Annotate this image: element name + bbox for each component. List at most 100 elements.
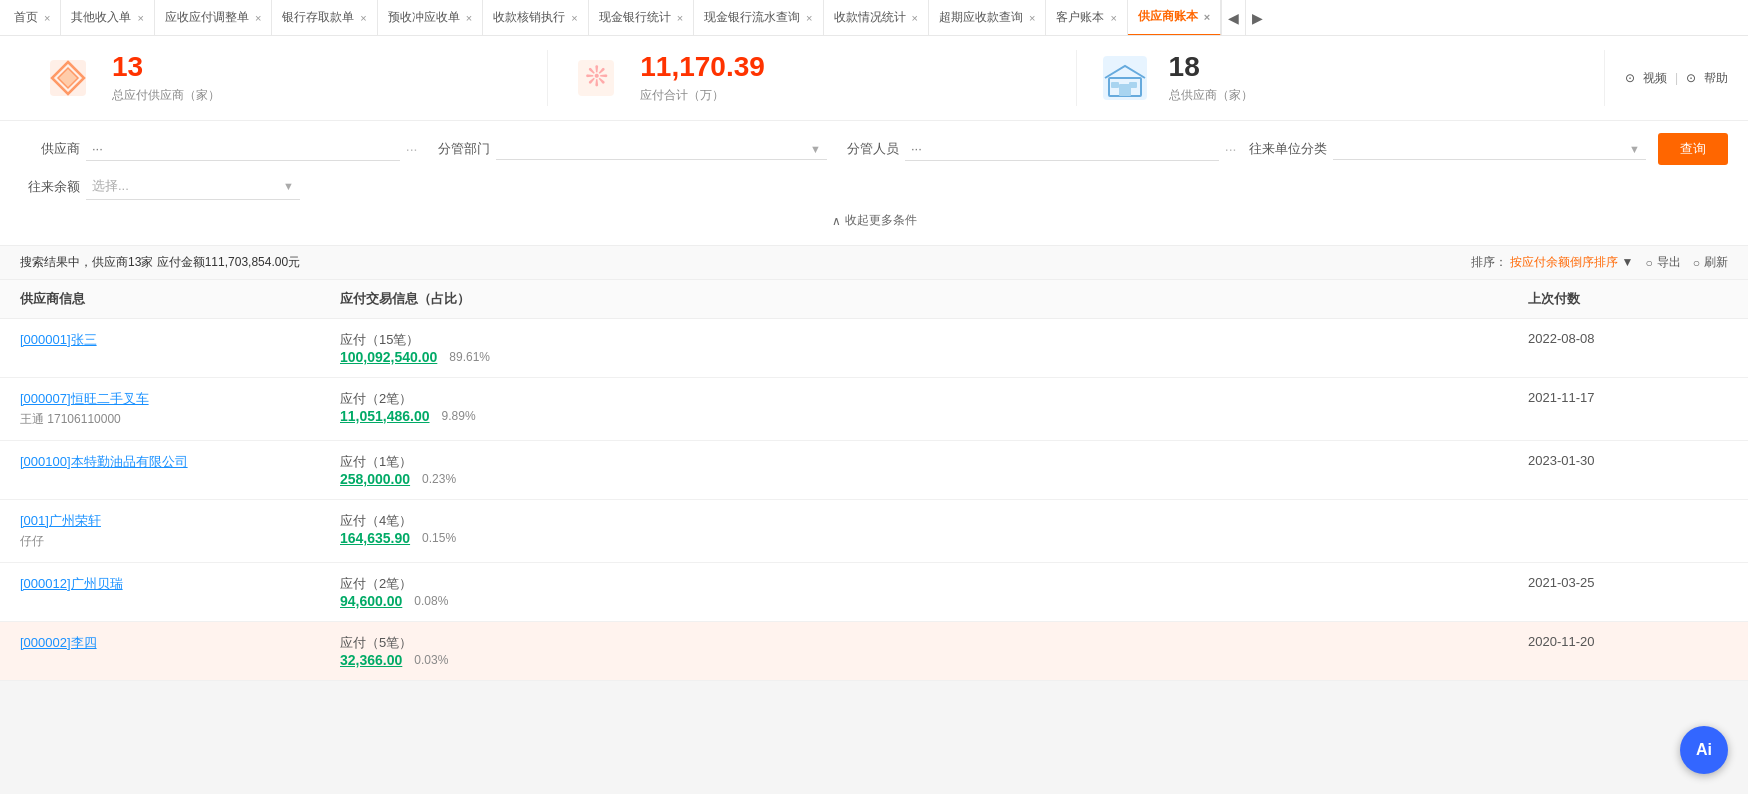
trans-label-6: 应付（5笔） bbox=[340, 634, 412, 652]
supplier-link-2[interactable]: [000007]恒旺二手叉车 bbox=[20, 390, 340, 408]
snowflake-icon: ❊ bbox=[568, 50, 624, 106]
table-row[interactable]: [000007]恒旺二手叉车 王通 17106110000 应付（2笔） 11,… bbox=[0, 378, 1748, 441]
nav-tab-collection-stat-close[interactable]: × bbox=[912, 12, 918, 24]
nav-tab-overdue-ar[interactable]: 超期应收款查询 × bbox=[929, 0, 1046, 36]
trans-label-5: 应付（2笔） bbox=[340, 575, 412, 593]
transaction-col-4: 应付（4笔） 164,635.90 0.15% bbox=[340, 512, 1528, 546]
nav-tab-other-income[interactable]: 其他收入单 × bbox=[61, 0, 154, 36]
supplier-col-3: [000100]本特勤油品有限公司 bbox=[20, 453, 340, 471]
supplier-filter-dots[interactable]: ··· bbox=[406, 141, 418, 157]
nav-tab-customer-ledger[interactable]: 客户账本 × bbox=[1046, 0, 1127, 36]
trans-pct-4: 0.15% bbox=[422, 531, 456, 545]
search-button[interactable]: 查询 bbox=[1658, 133, 1728, 165]
nav-tab-customer-ledger-close[interactable]: × bbox=[1110, 12, 1116, 24]
supplier-link-1[interactable]: [000001]张三 bbox=[20, 331, 340, 349]
trans-amount-line-2: 11,051,486.00 9.89% bbox=[340, 408, 1528, 424]
result-info-text: 搜索结果中，供应商13家 应付金额111,703,854.00元 bbox=[20, 255, 300, 269]
nav-tab-bank-deposit-close[interactable]: × bbox=[360, 12, 366, 24]
nav-tab-cash-bank-stat-close[interactable]: × bbox=[677, 12, 683, 24]
collapse-button[interactable]: ∧ 收起更多条件 bbox=[820, 208, 929, 233]
lastpay-date-1: 2022-08-08 bbox=[1528, 331, 1595, 346]
nav-tab-prepay-ar[interactable]: 预收冲应收单 × bbox=[378, 0, 483, 36]
nav-tab-cash-bank-flow-close[interactable]: × bbox=[806, 12, 812, 24]
category-filter-select[interactable]: ▼ bbox=[1333, 139, 1647, 160]
table-row[interactable]: [001]广州荣轩 仔仔 应付（4笔） 164,635.90 0.15% bbox=[0, 500, 1748, 563]
nav-tab-collection-verify[interactable]: 收款核销执行 × bbox=[483, 0, 588, 36]
nav-tab-collection-stat[interactable]: 收款情况统计 × bbox=[824, 0, 929, 36]
trans-amount-2[interactable]: 11,051,486.00 bbox=[340, 408, 430, 424]
filter-area: 供应商 ··· 分管部门 ▼ 分管人员 ··· 往来单位分类 ▼ 查询 bbox=[0, 121, 1748, 246]
lastpay-date-6: 2020-11-20 bbox=[1528, 634, 1595, 649]
table-row[interactable]: [000002]李四 应付（5笔） 32,366.00 0.03% 2020-1… bbox=[0, 622, 1748, 681]
nav-tab-overdue-ar-close[interactable]: × bbox=[1029, 12, 1035, 24]
nav-prev-arrow[interactable]: ◀ bbox=[1221, 0, 1245, 36]
supplier-col-6: [000002]李四 bbox=[20, 634, 340, 652]
nav-tab-home[interactable]: 首页 × bbox=[4, 0, 61, 36]
nav-next-arrow[interactable]: ▶ bbox=[1245, 0, 1269, 36]
dept-filter-select[interactable]: ▼ bbox=[496, 139, 828, 160]
nav-tab-ar-ap-adjust[interactable]: 应收应付调整单 × bbox=[155, 0, 272, 36]
trans-pct-2: 9.89% bbox=[442, 409, 476, 423]
supplier-sub-4: 仔仔 bbox=[20, 533, 340, 550]
nav-tab-bank-deposit-label: 银行存取款单 bbox=[282, 9, 354, 26]
trans-label-4: 应付（4笔） bbox=[340, 512, 412, 530]
svg-rect-9 bbox=[1129, 82, 1137, 88]
nav-tab-cash-bank-flow[interactable]: 现金银行流水查询 × bbox=[694, 0, 823, 36]
nav-tab-supplier-ledger-close[interactable]: × bbox=[1204, 11, 1210, 23]
supplier-link-4[interactable]: [001]广州荣轩 bbox=[20, 512, 340, 530]
export-button[interactable]: ○ 导出 bbox=[1646, 254, 1681, 271]
summary-payable-amount: ❊ 11,170.39 应付合计（万） bbox=[548, 50, 1076, 106]
trans-amount-6[interactable]: 32,366.00 bbox=[340, 652, 402, 668]
summary-payable-amount-text: 11,170.39 应付合计（万） bbox=[640, 52, 765, 104]
balance-select-arrow: ▼ bbox=[283, 180, 294, 192]
trans-line-4: 应付（4笔） bbox=[340, 512, 1528, 530]
nav-tab-ar-ap-adjust-close[interactable]: × bbox=[255, 12, 261, 24]
payable-amount-number: 11,170.39 bbox=[640, 52, 765, 83]
nav-tab-customer-ledger-label: 客户账本 bbox=[1056, 9, 1104, 26]
sort-arrow[interactable]: ▼ bbox=[1622, 255, 1634, 269]
circle-icon-2: ⊙ bbox=[1686, 71, 1696, 85]
trans-amount-1[interactable]: 100,092,540.00 bbox=[340, 349, 437, 365]
supplier-link-3[interactable]: [000100]本特勤油品有限公司 bbox=[20, 453, 340, 471]
balance-filter-select[interactable]: 选择... ▼ bbox=[86, 173, 300, 200]
payable-amount-label: 应付合计（万） bbox=[640, 87, 765, 104]
collapse-icon: ∧ bbox=[832, 214, 841, 228]
nav-tab-cash-bank-stat[interactable]: 现金银行统计 × bbox=[589, 0, 694, 36]
balance-select-text: 选择... bbox=[92, 177, 283, 195]
filter-row-2: 往来余额 选择... ▼ bbox=[20, 173, 1728, 200]
filter-person: 分管人员 ··· bbox=[839, 137, 1237, 161]
store-icon bbox=[1097, 50, 1153, 106]
sort-value[interactable]: 按应付余额倒序排序 bbox=[1510, 255, 1618, 269]
trans-amount-line-5: 94,600.00 0.08% bbox=[340, 593, 1528, 609]
nav-tab-supplier-ledger[interactable]: 供应商账本 × bbox=[1128, 0, 1221, 36]
supplier-col-4: [001]广州荣轩 仔仔 bbox=[20, 512, 340, 550]
nav-tab-prepay-ar-close[interactable]: × bbox=[466, 12, 472, 24]
trans-pct-6: 0.03% bbox=[414, 653, 448, 667]
person-filter-input[interactable] bbox=[905, 137, 1219, 161]
nav-tab-other-income-close[interactable]: × bbox=[137, 12, 143, 24]
help-link[interactable]: 帮助 bbox=[1704, 70, 1728, 87]
trans-amount-4[interactable]: 164,635.90 bbox=[340, 530, 410, 546]
refresh-button[interactable]: ○ 刷新 bbox=[1693, 254, 1728, 271]
transaction-col-6: 应付（5笔） 32,366.00 0.03% bbox=[340, 634, 1528, 668]
trans-amount-3[interactable]: 258,000.00 bbox=[340, 471, 410, 487]
table-row[interactable]: [000100]本特勤油品有限公司 应付（1笔） 258,000.00 0.23… bbox=[0, 441, 1748, 500]
supplier-link-5[interactable]: [000012]广州贝瑞 bbox=[20, 575, 340, 593]
table-row[interactable]: [000001]张三 应付（15笔） 100,092,540.00 89.61%… bbox=[0, 319, 1748, 378]
trans-amount-5[interactable]: 94,600.00 bbox=[340, 593, 402, 609]
trans-amount-line-3: 258,000.00 0.23% bbox=[340, 471, 1528, 487]
supplier-filter-input[interactable] bbox=[86, 137, 400, 161]
lastpay-date-3: 2023-01-30 bbox=[1528, 453, 1595, 468]
nav-tab-collection-verify-close[interactable]: × bbox=[571, 12, 577, 24]
person-filter-dots[interactable]: ··· bbox=[1225, 141, 1237, 157]
nav-tab-home-close[interactable]: × bbox=[44, 12, 50, 24]
header-transaction: 应付交易信息（占比） bbox=[340, 290, 1528, 308]
lastpay-col-5: 2021-03-25 bbox=[1528, 575, 1728, 590]
supplier-link-6[interactable]: [000002]李四 bbox=[20, 634, 340, 652]
lastpay-col-1: 2022-08-08 bbox=[1528, 331, 1728, 346]
trans-line-3: 应付（1笔） bbox=[340, 453, 1528, 471]
video-link[interactable]: 视频 bbox=[1643, 70, 1667, 87]
nav-tab-bank-deposit[interactable]: 银行存取款单 × bbox=[272, 0, 377, 36]
table-row[interactable]: [000012]广州贝瑞 应付（2笔） 94,600.00 0.08% 2021… bbox=[0, 563, 1748, 622]
summary-right-links: ⊙ 视频 | ⊙ 帮助 bbox=[1605, 70, 1728, 87]
